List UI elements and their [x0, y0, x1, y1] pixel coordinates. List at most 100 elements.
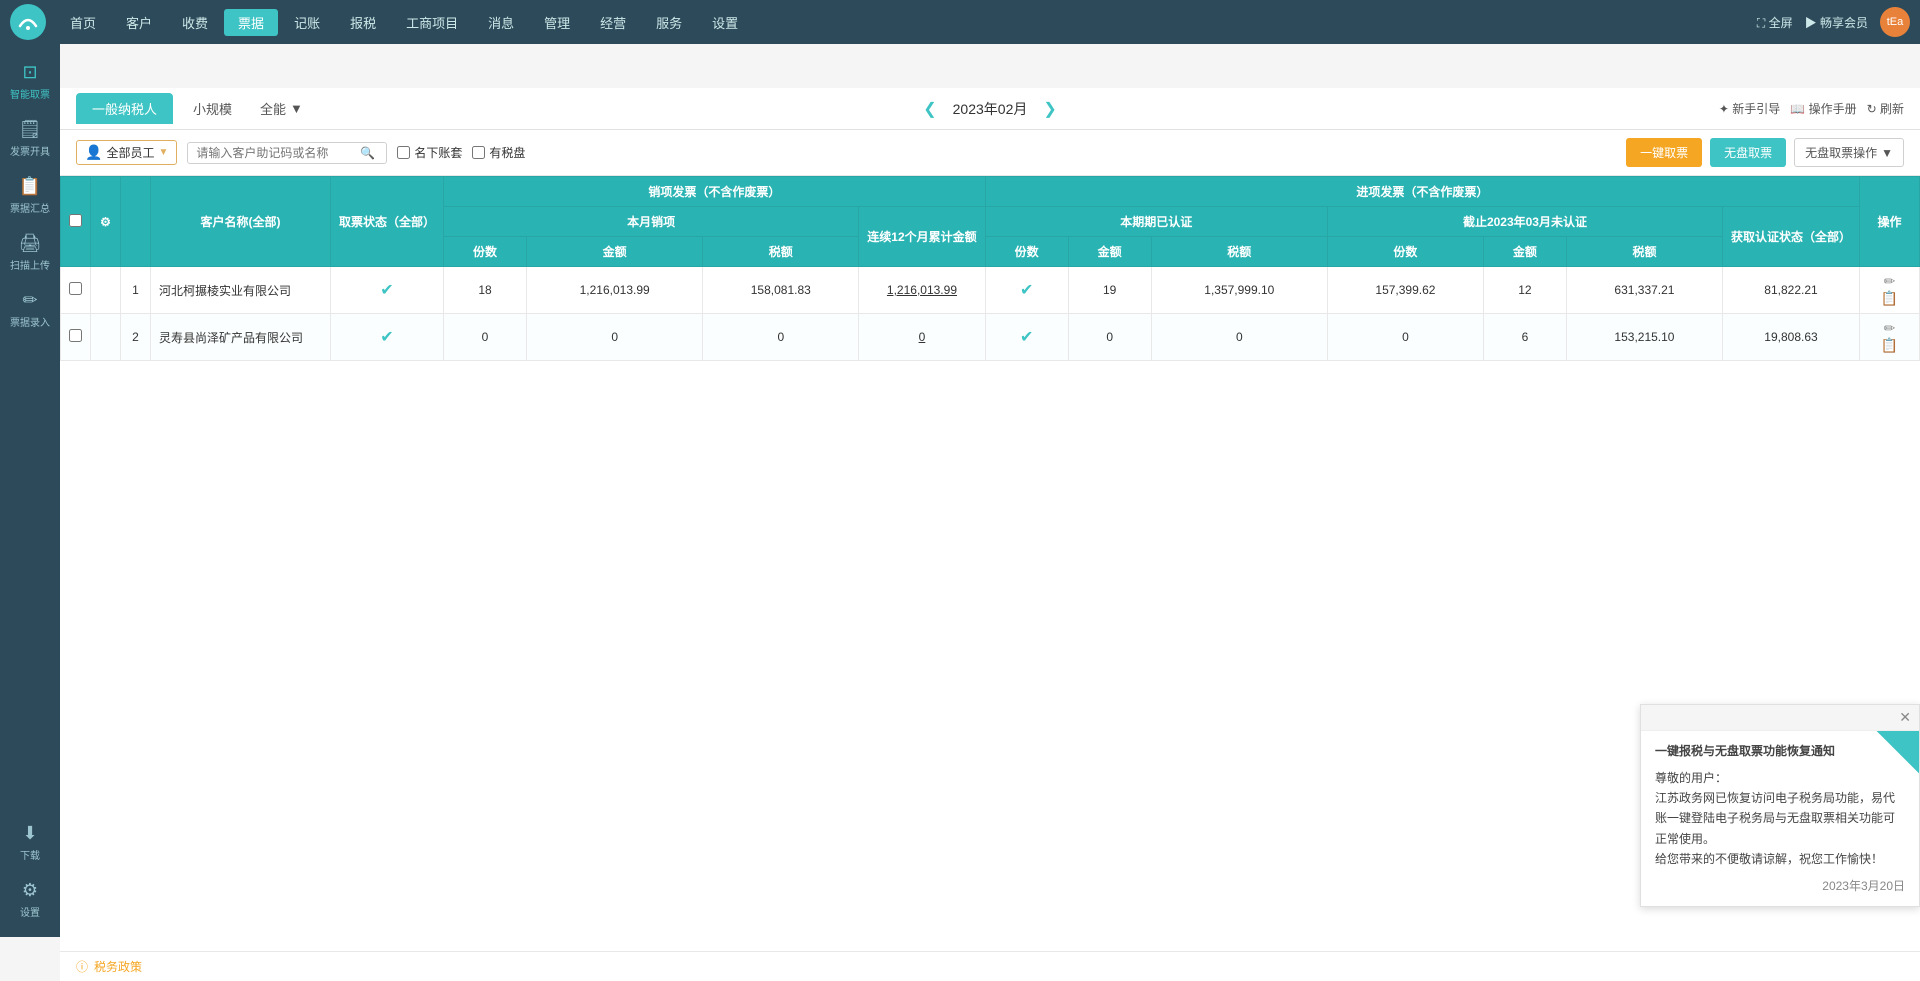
no-disk-fetch-btn[interactable]: 无盘取票 [1710, 138, 1786, 167]
col-monthly-sales-header: 本月销项 [444, 207, 859, 237]
sidebar-item-invoice-summary[interactable]: 📋 票据汇总 [0, 168, 60, 223]
detail-icon-1[interactable]: 📋 [1881, 337, 1898, 353]
col-purchase-amount-cert-header: 金额 [1068, 237, 1151, 267]
tab-all[interactable]: 全能 ▼ [252, 95, 311, 122]
employee-select-icon: 👤 [85, 144, 102, 161]
nav-tax[interactable]: 报税 [336, 9, 390, 36]
search-icon[interactable]: 🔍 [360, 146, 375, 160]
prev-month-btn[interactable]: ❮ [917, 97, 942, 121]
nav-customer[interactable]: 客户 [112, 9, 166, 36]
nav-operation[interactable]: 经营 [586, 9, 640, 36]
search-box: 🔍 [187, 142, 387, 164]
refresh-link[interactable]: ↻ 刷新 [1867, 100, 1904, 117]
sidebar-item-invoice-open[interactable]: 🗒 发票开具 [0, 111, 60, 166]
col-sales-group-header: 销项发票（不含作废票） [444, 177, 986, 207]
nav-home[interactable]: 首页 [56, 9, 110, 36]
row-sales-count-1: 0 [444, 314, 527, 361]
sidebar-label-invoice-entry: 票据录入 [10, 314, 50, 329]
row-purchase-tax-uncert-0: 81,822.21 [1722, 267, 1859, 314]
nav-business[interactable]: 工商项目 [392, 9, 472, 36]
employee-select[interactable]: 👤 全部员工 ▼ [76, 140, 177, 165]
checkbox-has-tax-disk-input[interactable] [472, 146, 485, 159]
col-action-header: 操作 [1860, 177, 1920, 267]
nav-billing[interactable]: 收费 [168, 9, 222, 36]
month-nav: ❮ 2023年02月 ❯ [917, 97, 1063, 121]
checkbox-my-accounts-input[interactable] [397, 146, 410, 159]
checkbox-my-accounts[interactable]: 名下账套 [397, 144, 462, 161]
row-config-1 [91, 314, 121, 361]
nav-settings[interactable]: 设置 [698, 9, 752, 36]
checkbox-has-tax-disk[interactable]: 有税盘 [472, 144, 525, 161]
edit-icon-0[interactable]: ✏ [1884, 273, 1896, 289]
nav-items: 首页 客户 收费 票据 记账 报税 工商项目 消息 管理 经营 服务 设置 [56, 9, 1757, 36]
invoice-open-icon: 🗒 [19, 119, 42, 140]
logo [10, 4, 46, 40]
avatar[interactable]: tEa [1880, 7, 1910, 37]
row-purchase-count-uncert-0: 12 [1483, 267, 1566, 314]
row-purchase-tax-uncert-1: 19,808.63 [1722, 314, 1859, 361]
new-guide-link[interactable]: ✦ 新手引导 [1719, 100, 1780, 117]
one-key-fetch-btn[interactable]: 一键取票 [1626, 138, 1702, 167]
nav-management[interactable]: 管理 [530, 9, 584, 36]
row-purchase-tax-cert-1: 0 [1327, 314, 1483, 361]
policy-link[interactable]: 税务政策 [94, 958, 142, 975]
row-customer-0: 河北柯搌棱实业有限公司 [151, 267, 331, 314]
right-actions: ✦ 新手引导 📖 操作手册 ↻ 刷新 [1719, 100, 1904, 117]
row-cert-status-0: ✔ [985, 267, 1068, 314]
top-nav: 首页 客户 收费 票据 记账 报税 工商项目 消息 管理 经营 服务 设置 ⛶ … [0, 0, 1920, 44]
tab-all-label: 全能 [260, 99, 286, 118]
no-disk-ops-btn[interactable]: 无盘取票操作 ▼ [1794, 138, 1904, 167]
row-cumulative-1[interactable]: 0 [859, 314, 985, 361]
row-purchase-count-cert-0: 19 [1068, 267, 1151, 314]
row-cumulative-0[interactable]: 1,216,013.99 [859, 267, 985, 314]
tab-general-taxpayer[interactable]: 一般纳税人 [76, 93, 173, 124]
manual-link[interactable]: 📖 操作手册 [1790, 100, 1856, 117]
tab-more-chevron-icon: ▼ [290, 101, 303, 116]
col-cancel-status-header: 取票状态（全部） [331, 177, 444, 267]
filter-row: 👤 全部员工 ▼ 🔍 名下账套 有税盘 一键取票 无盘取票 无盘取票操作 ▼ [60, 130, 1920, 176]
search-input[interactable] [196, 146, 356, 160]
popup-date: 2023年3月20日 [1655, 876, 1905, 896]
sidebar-label-smart-fetch: 智能取票 [10, 86, 50, 101]
notification-popup: ✕ 一键报税与无盘取票功能恢复通知 尊敬的用户： 江苏政务网已恢复访问电子税务局… [1640, 704, 1920, 907]
col-sales-count-header: 份数 [444, 237, 527, 267]
tab-small-scale[interactable]: 小规模 [177, 93, 248, 124]
config-icon: ⚙ [22, 880, 38, 901]
detail-icon-0[interactable]: 📋 [1881, 290, 1898, 306]
sidebar-label-invoice-summary: 票据汇总 [10, 200, 50, 215]
row-checkbox-0[interactable] [61, 267, 91, 314]
sidebar-item-config[interactable]: ⚙ 设置 [16, 872, 44, 927]
col-purchase-count-uncert-header: 份数 [1327, 237, 1483, 267]
right-filter-btns: 一键取票 无盘取票 无盘取票操作 ▼ [1626, 138, 1904, 167]
col-checkbox-header [61, 177, 91, 267]
sidebar-item-invoice-entry[interactable]: ✏ 票据录入 [0, 282, 60, 337]
next-month-btn[interactable]: ❯ [1037, 97, 1062, 121]
invoice-entry-icon: ✏ [22, 290, 37, 311]
sidebar-label-scan-upload: 扫描上传 [10, 257, 50, 272]
row-purchase-count-uncert-1: 6 [1483, 314, 1566, 361]
sidebar-item-download[interactable]: ⬇ 下载 [16, 815, 44, 870]
nav-service[interactable]: 服务 [642, 9, 696, 36]
employee-dropdown-icon: ▼ [158, 147, 168, 158]
sidebar-item-smart-fetch[interactable]: ⊡ 智能取票 [0, 54, 60, 109]
row-sales-amount-1: 0 [527, 314, 703, 361]
invoice-summary-icon: 📋 [19, 176, 41, 197]
sidebar-label-config: 设置 [20, 904, 40, 919]
popup-close-btn[interactable]: ✕ [1899, 709, 1911, 726]
edit-icon-1[interactable]: ✏ [1884, 320, 1896, 336]
employee-select-label: 全部员工 [106, 144, 154, 161]
main-table: ⚙ 客户名称(全部) 取票状态（全部） 销项发票（不含作废票） 进项发票（不含作… [60, 176, 1920, 361]
checkbox-has-tax-disk-label: 有税盘 [489, 144, 525, 161]
nav-invoice[interactable]: 票据 [224, 9, 278, 36]
checkbox-my-accounts-label: 名下账套 [414, 144, 462, 161]
nav-message[interactable]: 消息 [474, 9, 528, 36]
member-btn[interactable]: ▶ 畅享会员 [1805, 14, 1868, 31]
row-sales-amount-0: 1,216,013.99 [527, 267, 703, 314]
popup-body-text: 江苏政务网已恢复访问电子税务局功能，易代账一键登陆电子税务局与无盘取票相关功能可… [1655, 788, 1905, 849]
nav-bookkeeping[interactable]: 记账 [280, 9, 334, 36]
fullscreen-btn[interactable]: ⛶ 全屏 [1757, 14, 1793, 31]
sidebar-item-scan-upload[interactable]: 🖨 扫描上传 [0, 225, 60, 280]
select-all-checkbox[interactable] [69, 214, 82, 227]
col-purchase-tax-cert-header: 税额 [1151, 237, 1327, 267]
row-checkbox-1[interactable] [61, 314, 91, 361]
